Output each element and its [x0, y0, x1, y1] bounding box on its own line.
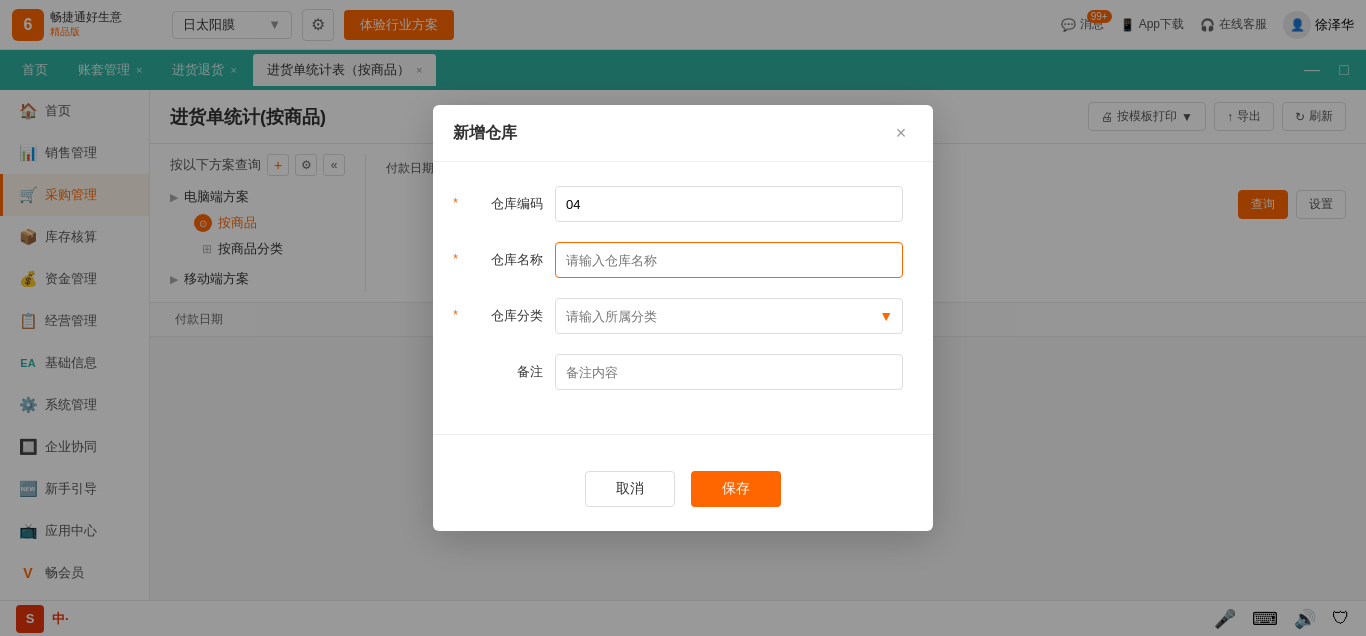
remark-input[interactable]: [555, 354, 903, 390]
category-label: 仓库分类: [463, 307, 543, 325]
modal-body: 仓库编码 仓库名称 仓库分类 ▼ 备注: [433, 162, 933, 434]
modal-close-button[interactable]: ×: [889, 121, 913, 145]
form-row-code: 仓库编码: [463, 186, 903, 222]
category-select-wrap: ▼: [555, 298, 903, 334]
save-button[interactable]: 保存: [691, 471, 781, 507]
name-label: 仓库名称: [463, 251, 543, 269]
modal-overlay: 新增仓库 × 仓库编码 仓库名称 仓库分类 ▼ 备注: [0, 0, 1366, 636]
code-label: 仓库编码: [463, 195, 543, 213]
modal-footer: 取消 保存: [433, 455, 933, 531]
form-row-category: 仓库分类 ▼: [463, 298, 903, 334]
modal-header: 新增仓库 ×: [433, 105, 933, 162]
modal-divider: [433, 434, 933, 435]
modal-title: 新增仓库: [453, 123, 517, 144]
warehouse-code-input[interactable]: [555, 186, 903, 222]
new-warehouse-modal: 新增仓库 × 仓库编码 仓库名称 仓库分类 ▼ 备注: [433, 105, 933, 531]
category-select-input[interactable]: [555, 298, 903, 334]
cancel-button[interactable]: 取消: [585, 471, 675, 507]
warehouse-name-input[interactable]: [555, 242, 903, 278]
form-row-name: 仓库名称: [463, 242, 903, 278]
form-row-remark: 备注: [463, 354, 903, 390]
remark-label: 备注: [463, 363, 543, 381]
